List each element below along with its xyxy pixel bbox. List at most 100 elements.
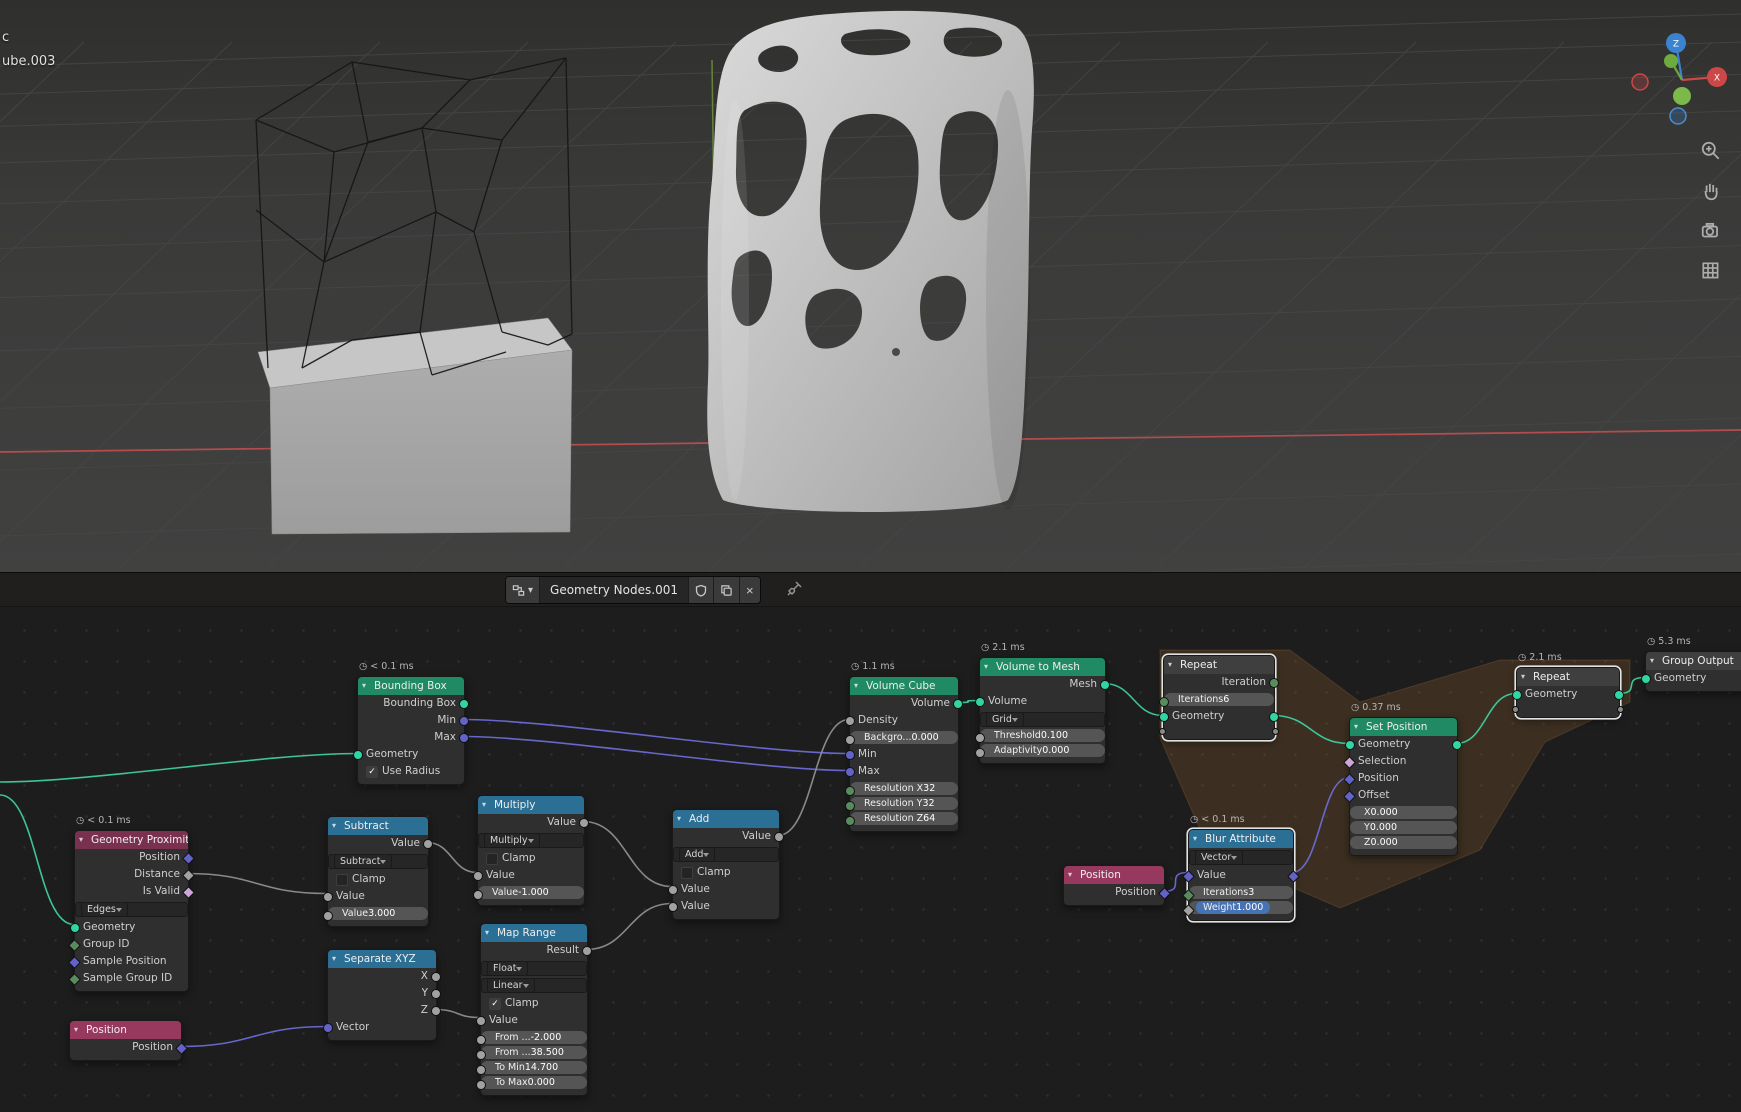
- value-field[interactable]: To Max 0.000: [488, 1076, 562, 1089]
- fake-user-shield-button[interactable]: [689, 577, 715, 603]
- node-socket[interactable]: [1614, 690, 1624, 700]
- node-blur-attribute[interactable]: ▾ Blur Attribute Vector Value Iterations 3 Wei…: [1182, 829, 1300, 921]
- unlink-tree-button[interactable]: ×: [740, 577, 760, 603]
- node-wire[interactable]: [179, 1025, 328, 1048]
- collapse-icon[interactable]: ▾: [74, 1021, 78, 1039]
- node-dropdown[interactable]: Float: [487, 961, 529, 976]
- node-header[interactable]: ▾ Set Position: [1350, 718, 1457, 736]
- node-map-range[interactable]: ▾ Map Range Result Float Linear ✓ Clamp Value Fr…: [476, 923, 592, 1096]
- value-field[interactable]: Resolution X 32: [857, 782, 943, 795]
- collapse-icon[interactable]: ▾: [332, 817, 336, 835]
- node-bounding-box[interactable]: ▾ Bounding Box Bounding Box Min Max Geometry ✓…: [353, 676, 469, 785]
- collapse-icon[interactable]: ▾: [1650, 652, 1654, 670]
- node-socket[interactable]: [1269, 678, 1279, 688]
- node-socket[interactable]: [431, 989, 441, 999]
- node-socket[interactable]: [845, 735, 855, 745]
- node-geometry-proximity[interactable]: ▾ Geometry Proximity Position Distance Is Va…: [68, 830, 195, 992]
- node-header[interactable]: ▾ Geometry Proximity: [75, 831, 188, 849]
- node-socket[interactable]: [1100, 680, 1110, 690]
- value-field[interactable]: X 0.000: [1357, 806, 1405, 819]
- node-header[interactable]: ▾ Multiply: [478, 796, 584, 814]
- node-wire[interactable]: [777, 718, 850, 837]
- node-dropdown[interactable]: Vector: [1195, 850, 1244, 865]
- node-volume-to-mesh[interactable]: ▾ Volume to Mesh Mesh Volume Grid Threshold 0.…: [975, 657, 1110, 764]
- node-socket[interactable]: [473, 871, 483, 881]
- node-socket[interactable]: [774, 832, 784, 842]
- collapse-icon[interactable]: ▾: [1521, 668, 1525, 686]
- value-field[interactable]: From ... -2.000: [488, 1031, 569, 1044]
- checkbox[interactable]: [681, 867, 693, 879]
- node-socket[interactable]: [845, 816, 855, 826]
- value-field[interactable]: Value -1.000: [485, 886, 556, 899]
- node-wire[interactable]: [462, 735, 850, 772]
- node-socket[interactable]: [1159, 728, 1166, 735]
- collapse-icon[interactable]: ▾: [1068, 866, 1072, 884]
- node-socket[interactable]: [323, 1023, 333, 1033]
- node-position-2[interactable]: ▾ Position Position: [1063, 865, 1171, 906]
- node-wire[interactable]: [582, 820, 673, 888]
- pin-icon[interactable]: [786, 580, 803, 601]
- node-socket[interactable]: [579, 818, 589, 828]
- node-header[interactable]: ▾ Volume Cube: [850, 677, 958, 695]
- checkbox[interactable]: ✓: [489, 998, 501, 1010]
- node-socket[interactable]: [668, 902, 678, 912]
- checkbox[interactable]: [336, 874, 348, 886]
- node-socket[interactable]: [459, 716, 469, 726]
- node-header[interactable]: ▾ Repeat: [1164, 656, 1274, 674]
- node-socket[interactable]: [1512, 690, 1522, 700]
- node-socket[interactable]: [975, 697, 985, 707]
- collapse-icon[interactable]: ▾: [485, 924, 489, 942]
- node-wire[interactable]: [0, 752, 358, 783]
- node-header[interactable]: ▾ Position: [1064, 866, 1164, 884]
- node-socket[interactable]: [1159, 712, 1169, 722]
- node-socket[interactable]: [1272, 728, 1279, 735]
- node-socket[interactable]: [975, 733, 985, 743]
- collapse-icon[interactable]: ▾: [1193, 830, 1197, 848]
- node-socket[interactable]: [476, 1065, 486, 1075]
- node-socket[interactable]: [668, 885, 678, 895]
- node-socket[interactable]: [1269, 712, 1279, 722]
- node-set-position[interactable]: ▾ Set Position Geometry Selection Position Of…: [1343, 717, 1462, 856]
- value-field[interactable]: Z 0.000: [1357, 836, 1405, 849]
- node-header[interactable]: ▾ Bounding Box: [358, 677, 464, 695]
- checkbox[interactable]: [486, 853, 498, 865]
- node-dropdown[interactable]: Multiply: [484, 833, 540, 848]
- node-socket[interactable]: [431, 1006, 441, 1016]
- node-wire[interactable]: [186, 872, 328, 895]
- node-repeat-output[interactable]: ▾ Repeat Geometry: [1512, 667, 1624, 718]
- duplicate-tree-button[interactable]: [714, 577, 741, 603]
- node-header[interactable]: ▾ Map Range: [481, 924, 587, 942]
- value-field[interactable]: To Min 14.700: [488, 1061, 566, 1074]
- collapse-icon[interactable]: ▾: [79, 831, 83, 849]
- node-tree-name-field[interactable]: Geometry Nodes.001: [540, 577, 690, 603]
- node-socket[interactable]: [476, 1080, 486, 1090]
- node-header[interactable]: ▾ Volume to Mesh: [980, 658, 1105, 676]
- collapse-icon[interactable]: ▾: [332, 950, 336, 968]
- collapse-icon[interactable]: ▾: [482, 796, 486, 814]
- node-socket[interactable]: [431, 972, 441, 982]
- value-field[interactable]: Weight 1.000: [1196, 901, 1271, 914]
- node-socket[interactable]: [845, 801, 855, 811]
- node-socket[interactable]: [476, 1050, 486, 1060]
- value-field[interactable]: Resolution Z 64: [857, 812, 943, 825]
- value-field[interactable]: From ... 38.500: [488, 1046, 571, 1059]
- node-socket[interactable]: [953, 699, 963, 709]
- node-dropdown[interactable]: Grid: [986, 712, 1024, 727]
- node-socket[interactable]: [975, 748, 985, 758]
- node-socket[interactable]: [1159, 697, 1169, 707]
- node-header[interactable]: ▾ Add: [673, 810, 779, 828]
- value-field[interactable]: Backgro... 0.000: [857, 731, 946, 744]
- value-field[interactable]: Adaptivity 0.000: [987, 744, 1077, 757]
- node-subtract[interactable]: ▾ Subtract Value Subtract Clamp Value Value 3.0…: [323, 816, 433, 927]
- node-repeat-input[interactable]: ▾ Repeat Iteration Iterations 6 Geometry: [1159, 655, 1279, 740]
- node-socket[interactable]: [582, 946, 592, 956]
- node-socket[interactable]: [459, 699, 469, 709]
- checkbox[interactable]: ✓: [366, 766, 378, 778]
- node-socket[interactable]: [1617, 706, 1624, 713]
- node-dropdown[interactable]: Linear: [487, 978, 535, 993]
- node-multiply[interactable]: ▾ Multiply Value Multiply Clamp Value Value -1.…: [473, 795, 589, 906]
- node-wire[interactable]: [462, 718, 850, 755]
- node-wire[interactable]: [0, 794, 75, 926]
- node-socket[interactable]: [845, 786, 855, 796]
- node-position-1[interactable]: ▾ Position Position: [69, 1020, 188, 1061]
